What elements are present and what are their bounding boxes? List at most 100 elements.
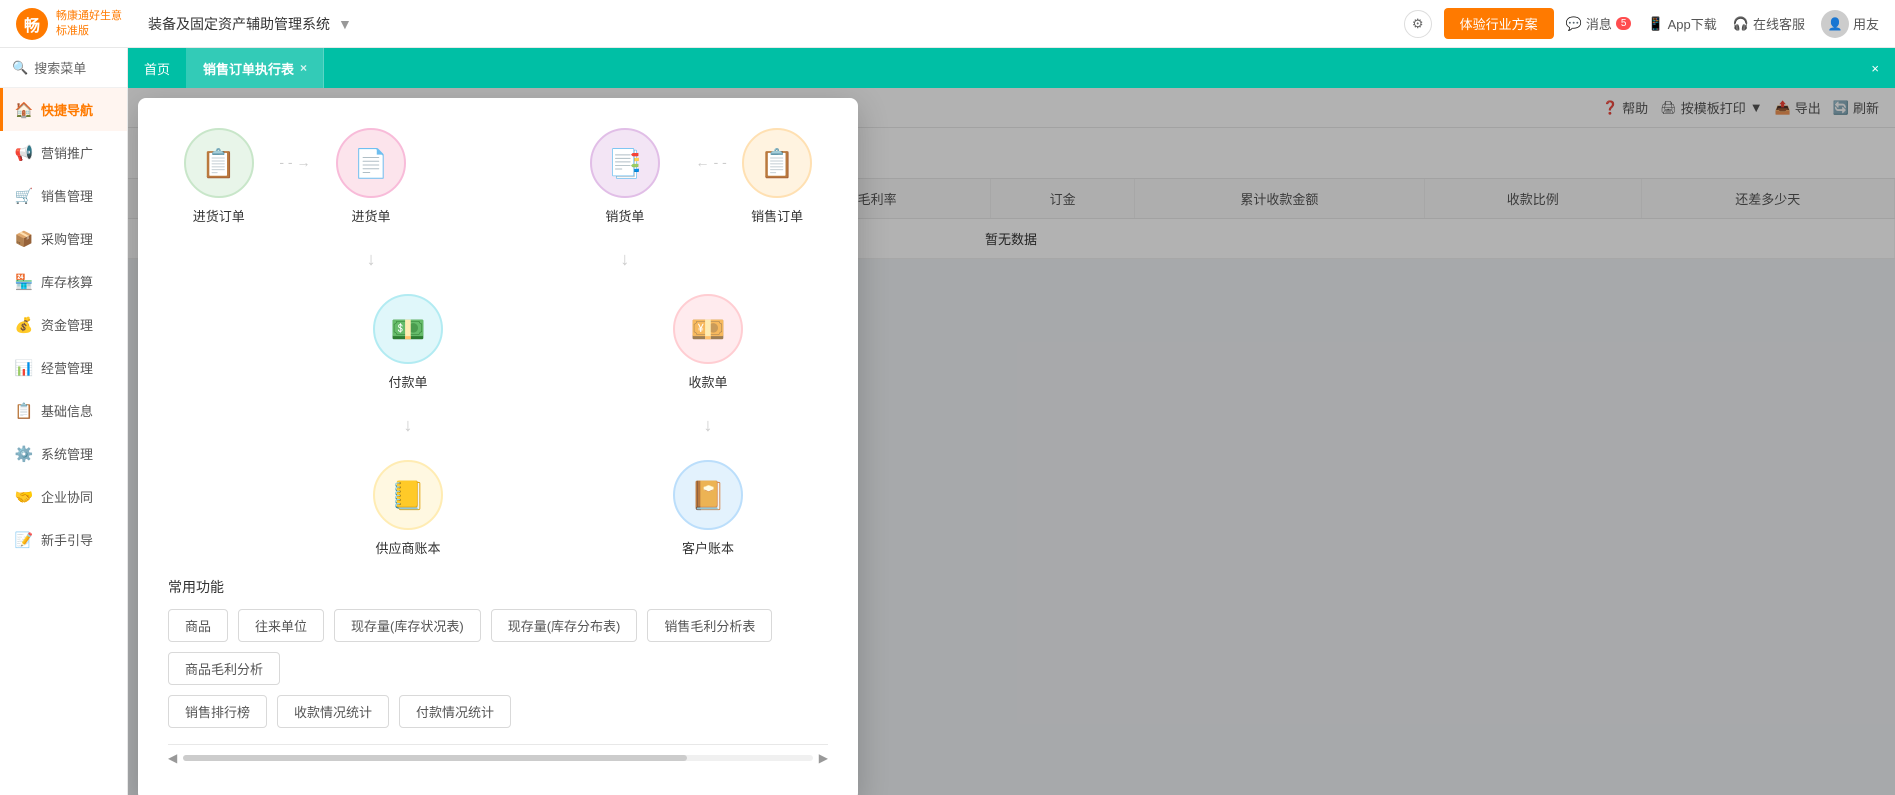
sales-icon: 🛒: [15, 187, 33, 205]
flow-diagram: 📋 进货订单 - - → 📄 进货单: [168, 128, 828, 557]
sidebar-item-quick-nav[interactable]: 🏠 快捷导航: [0, 88, 127, 131]
flow-row-arrows-2: ↓ ↓: [168, 411, 828, 440]
func-btn-stock-dist[interactable]: 现存量(库存分布表): [491, 609, 638, 642]
receipt-circle[interactable]: 💴: [673, 294, 743, 364]
common-functions: 常用功能 商品 往来单位 现存量(库存状况表) 现存量(库存分布表) 销售毛利分…: [168, 577, 828, 728]
sales-order-circle[interactable]: 📋: [742, 128, 812, 198]
guide-icon: 📝: [15, 531, 33, 549]
tab-home[interactable]: 首页: [128, 48, 187, 88]
message-button[interactable]: 💬 消息 5: [1566, 14, 1632, 33]
top-right-area: 💬 消息 5 📱 App下载 🎧 在线客服 👤 用友: [1566, 10, 1879, 38]
search-menu-button[interactable]: 🔍 搜索菜单: [0, 48, 127, 88]
arrow-down-payment: ↓: [348, 411, 468, 440]
sidebar-item-sales[interactable]: 🛒 销售管理: [0, 174, 127, 217]
flow-node-customer-ledger: 📔 客户账本: [648, 460, 768, 557]
app-download-button[interactable]: 📱 App下载: [1647, 14, 1716, 33]
scrollbar-thumb[interactable]: [183, 755, 687, 761]
purchase-bill-label: 进货单: [352, 206, 391, 225]
tab-sales-order[interactable]: 销售订单执行表 ×: [187, 48, 324, 88]
purchase-order-circle[interactable]: 📋: [184, 128, 254, 198]
sidebar: 🔍 搜索菜单 🏠 快捷导航 📢 营销推广 🛒 销售管理 📦 采购管理 🏪: [0, 48, 128, 795]
func-btn-product[interactable]: 商品: [168, 609, 228, 642]
customer-ledger-label: 客户账本: [682, 538, 734, 557]
flow-node-purchase-bill: 📄 进货单: [320, 128, 422, 225]
sidebar-item-inventory[interactable]: 🏪 库存核算: [0, 260, 127, 303]
sidebar-item-enterprise[interactable]: 🤝 企业协同: [0, 475, 127, 518]
message-icon: 💬: [1566, 16, 1582, 32]
sidebar-item-finance[interactable]: 💰 资金管理: [0, 303, 127, 346]
system-icon: ⚙️: [15, 445, 33, 463]
scrollbar-left-arrow[interactable]: ◀: [168, 751, 177, 765]
receipt-label: 收款单: [688, 372, 727, 391]
arrow-down-receipt: ↓: [648, 411, 768, 440]
sales-bill-circle[interactable]: 📑: [590, 128, 660, 198]
sidebar-item-basic-info[interactable]: 📋 基础信息: [0, 389, 127, 432]
arrow-sales-order-to-sales-bill: - - →: [676, 154, 727, 200]
purchase-order-label: 进货订单: [193, 206, 245, 225]
title-dropdown-icon[interactable]: ▼: [338, 16, 352, 32]
func-btn-receipt-stats[interactable]: 收款情况统计: [277, 695, 389, 728]
inventory-icon: 🏪: [15, 273, 33, 291]
arrow-purchase-to-purchase-bill: - - →: [270, 154, 321, 200]
download-icon: 📱: [1647, 16, 1663, 32]
sidebar-item-operations[interactable]: 📊 经营管理: [0, 346, 127, 389]
message-badge: 5: [1616, 17, 1632, 30]
modal-overlay: 📋 进货订单 - - → 📄 进货单: [128, 88, 1895, 795]
flow-node-sales-order: 📋 销售订单: [726, 128, 828, 225]
flow-node-sales-bill: 📑 销货单: [574, 128, 676, 225]
sidebar-item-marketing[interactable]: 📢 营销推广: [0, 131, 127, 174]
flow-row-3: 📒 供应商账本 📔 客户账本: [168, 460, 828, 557]
flow-row-arrows-1: ↓ ↓: [168, 245, 828, 274]
func-btn-payment-stats[interactable]: 付款情况统计: [399, 695, 511, 728]
user-avatar: 👤: [1821, 10, 1849, 38]
payment-label: 付款单: [388, 372, 427, 391]
modal-box: 📋 进货订单 - - → 📄 进货单: [138, 98, 858, 795]
flow-node-receipt: 💴 收款单: [648, 294, 768, 391]
logo-area: 畅 畅康通好生意 标准版: [16, 8, 136, 40]
home-icon: 🏠: [15, 101, 33, 119]
supplier-ledger-circle[interactable]: 📒: [373, 460, 443, 530]
function-buttons-row1: 商品 往来单位 现存量(库存状况表) 现存量(库存分布表) 销售毛利分析表 商品…: [168, 609, 828, 685]
online-service-button[interactable]: 🎧 在线客服: [1733, 14, 1805, 33]
search-icon: 🔍: [12, 60, 28, 76]
basic-info-icon: 📋: [15, 402, 33, 420]
enterprise-icon: 🤝: [15, 488, 33, 506]
common-functions-title: 常用功能: [168, 577, 828, 597]
sidebar-item-purchase[interactable]: 📦 采购管理: [0, 217, 127, 260]
flow-row-1: 📋 进货订单 - - → 📄 进货单: [168, 128, 828, 225]
func-btn-product-gross[interactable]: 商品毛利分析: [168, 652, 280, 685]
system-title-area: 装备及固定资产辅助管理系统 ▼: [148, 14, 1392, 34]
scrollbar-track: [183, 755, 813, 761]
func-btn-sales-rank[interactable]: 销售排行榜: [168, 695, 267, 728]
arrow-down-purchase-bill: ↓: [320, 245, 422, 274]
customer-ledger-circle[interactable]: 📔: [673, 460, 743, 530]
supplier-ledger-label: 供应商账本: [375, 538, 440, 557]
purchase-icon: 📦: [15, 230, 33, 248]
trial-button[interactable]: 体验行业方案: [1444, 8, 1554, 39]
function-buttons-row2: 销售排行榜 收款情况统计 付款情况统计: [168, 695, 828, 728]
sidebar-item-guide[interactable]: 📝 新手引导: [0, 518, 127, 561]
operations-icon: 📊: [15, 359, 33, 377]
finance-icon: 💰: [15, 316, 33, 334]
arrow-down-sales-bill: ↓: [574, 245, 676, 274]
flow-node-purchase-order: 📋 进货订单: [168, 128, 270, 225]
marketing-icon: 📢: [15, 144, 33, 162]
page-content: ❓ 帮助 🖨 按模板打印 ▼ 📤 导出 🔄 刷新: [128, 88, 1895, 795]
flow-node-payment: 💵 付款单: [348, 294, 468, 391]
sidebar-item-system[interactable]: ⚙️ 系统管理: [0, 432, 127, 475]
func-btn-sales-gross[interactable]: 销售毛利分析表: [647, 609, 772, 642]
sales-bill-label: 销货单: [605, 206, 644, 225]
func-btn-partner[interactable]: 往来单位: [238, 609, 324, 642]
func-btn-stock-status[interactable]: 现存量(库存状况表): [334, 609, 481, 642]
flow-row-2: 💵 付款单 💴 收款单: [168, 294, 828, 391]
settings-gear-button[interactable]: ⚙: [1404, 10, 1432, 38]
tab-close-icon[interactable]: ×: [300, 61, 307, 75]
logo-text: 畅康通好生意 标准版: [56, 9, 122, 38]
payment-circle[interactable]: 💵: [373, 294, 443, 364]
modal-scrollbar: ◀ ▶: [168, 744, 828, 771]
purchase-bill-circle[interactable]: 📄: [336, 128, 406, 198]
scrollbar-right-arrow[interactable]: ▶: [819, 751, 828, 765]
user-button[interactable]: 👤 用友: [1821, 10, 1879, 38]
sales-order-label: 销售订单: [751, 206, 803, 225]
tab-bar-close-button[interactable]: ×: [1855, 61, 1895, 76]
